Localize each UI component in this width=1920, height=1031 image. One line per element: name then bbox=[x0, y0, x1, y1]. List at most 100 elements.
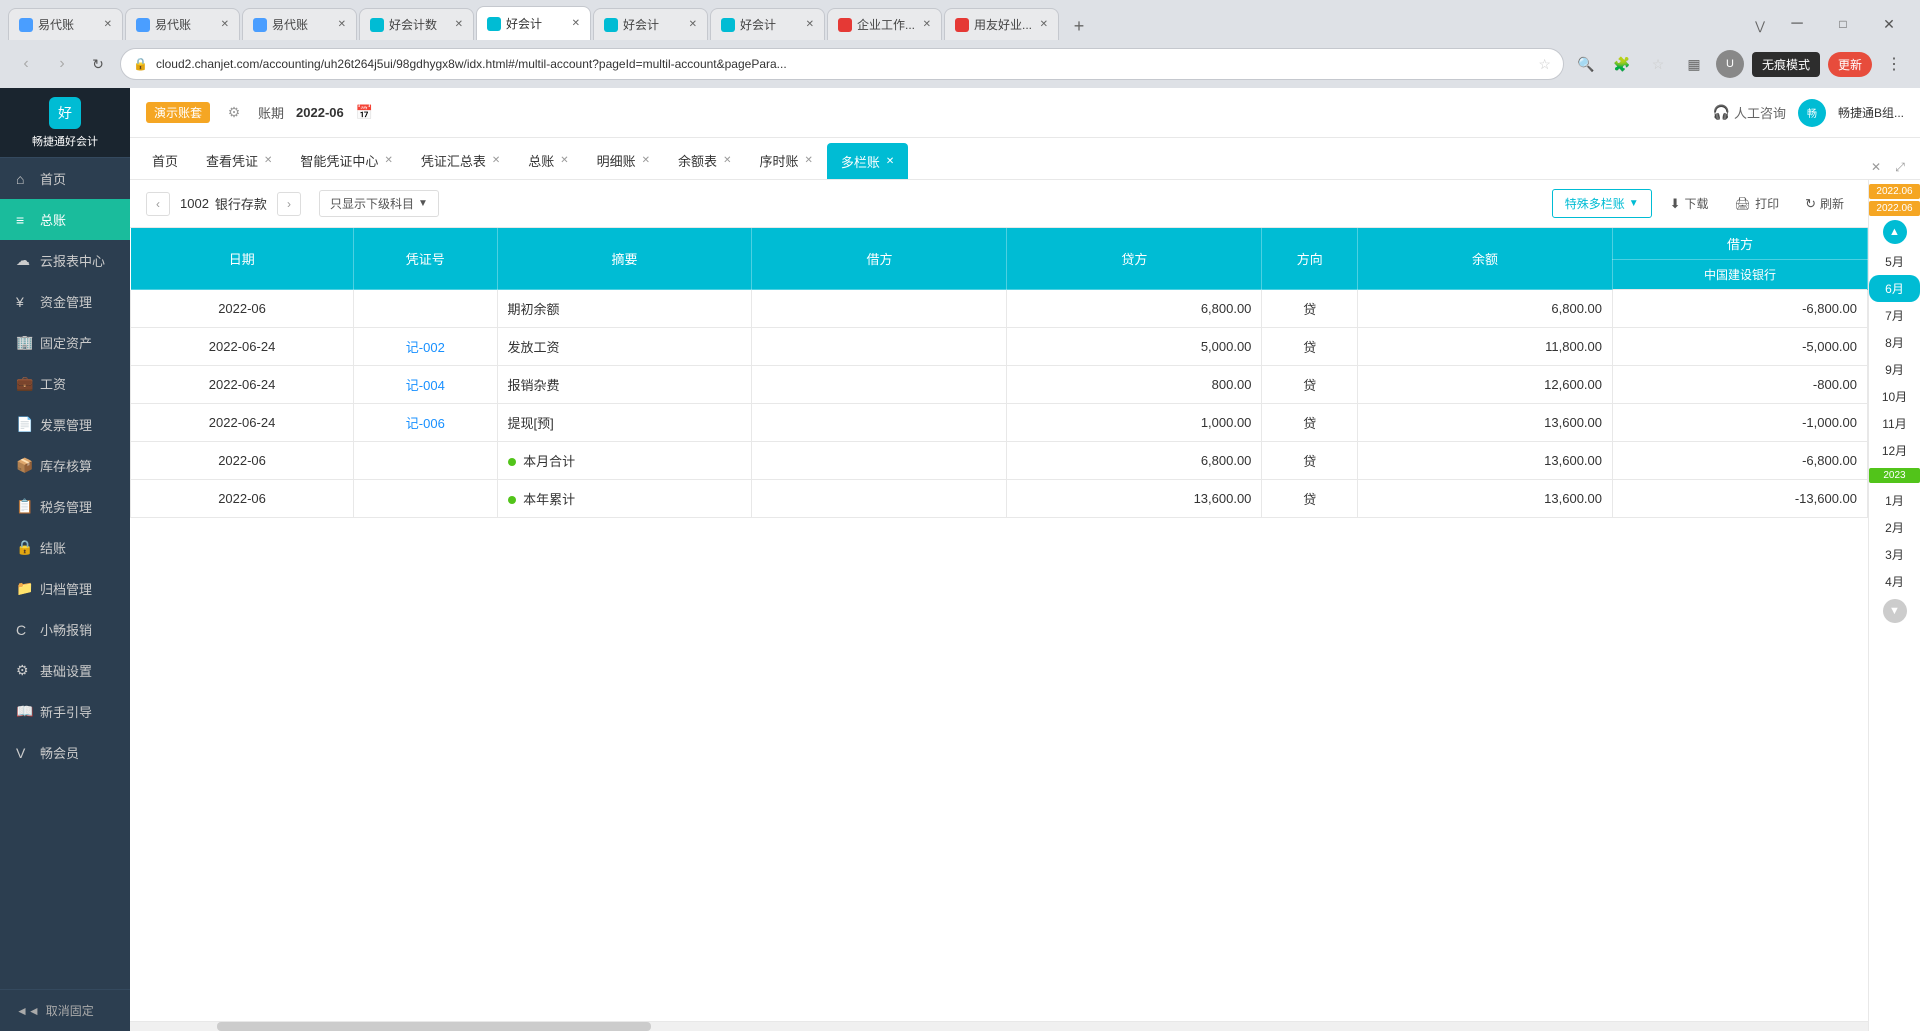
sidebar-item-guide[interactable]: 📖 新手引导 bbox=[0, 691, 130, 732]
timeline-month-5[interactable]: 5月 bbox=[1869, 248, 1920, 275]
tab-1[interactable]: 易代账 ✕ bbox=[8, 8, 123, 40]
tab-4[interactable]: 好会计数 ✕ bbox=[359, 8, 474, 40]
bookmark-icon[interactable]: ☆ bbox=[1538, 56, 1551, 73]
prev-account-button[interactable]: ‹ bbox=[146, 192, 170, 216]
sidebar-item-archive[interactable]: 📁 归档管理 bbox=[0, 568, 130, 609]
nav-tab-multi-close[interactable]: ✕ bbox=[886, 156, 894, 167]
voucher-link[interactable]: 记-004 bbox=[406, 378, 445, 393]
url-bar[interactable]: 🔒 cloud2.chanjet.com/accounting/uh26t264… bbox=[120, 48, 1564, 80]
maximize-button[interactable]: □ bbox=[1820, 8, 1866, 40]
show-sub-button[interactable]: 只显示下级科目 ▼ bbox=[319, 190, 439, 217]
favorites-icon[interactable]: ☆ bbox=[1644, 50, 1672, 78]
refresh-button[interactable]: ↻ 刷新 bbox=[1797, 191, 1852, 216]
timeline-month-6-active[interactable]: 6月 bbox=[1869, 275, 1920, 302]
cell-voucher[interactable]: 记-004 bbox=[354, 366, 497, 404]
sidebar-item-ledger[interactable]: ≡ 总账 bbox=[0, 199, 130, 240]
nav-tab-multi[interactable]: 多栏账 ✕ bbox=[827, 143, 908, 179]
forward-button[interactable]: › bbox=[48, 50, 76, 78]
download-button[interactable]: ⬇ 下载 bbox=[1662, 191, 1717, 216]
settings-gear-button[interactable]: ⚙ bbox=[222, 101, 246, 125]
nav-tab-balance[interactable]: 余额表 ✕ bbox=[664, 143, 745, 179]
scrollbar-thumb[interactable] bbox=[217, 1022, 652, 1031]
horizontal-scrollbar[interactable] bbox=[130, 1021, 1868, 1031]
cell-voucher[interactable]: 记-006 bbox=[354, 404, 497, 442]
sidebar-item-asset[interactable]: 🏢 固定资产 bbox=[0, 322, 130, 363]
nav-tab-sequence[interactable]: 序时账 ✕ bbox=[745, 143, 826, 179]
nav-tab-voucher-close[interactable]: ✕ bbox=[264, 155, 272, 166]
update-button[interactable]: 更新 bbox=[1828, 52, 1872, 77]
tab-3-close[interactable]: ✕ bbox=[338, 19, 346, 30]
tab-4-close[interactable]: ✕ bbox=[455, 19, 463, 30]
tab-5-active[interactable]: 好会计 ✕ bbox=[476, 6, 591, 40]
timeline-month-9[interactable]: 9月 bbox=[1869, 356, 1920, 383]
consult-button[interactable]: 🎧 人工咨询 bbox=[1713, 103, 1786, 122]
menu-button[interactable]: ⋮ bbox=[1880, 50, 1908, 78]
tab-1-close[interactable]: ✕ bbox=[104, 19, 112, 30]
sidebar-item-salary[interactable]: 💼 工资 bbox=[0, 363, 130, 404]
side-panel-icon[interactable]: ▦ bbox=[1680, 50, 1708, 78]
account-selector[interactable]: 1002 银行存款 bbox=[180, 194, 267, 213]
timeline-month-12[interactable]: 12月 bbox=[1869, 437, 1920, 464]
nav-tab-detail-close[interactable]: ✕ bbox=[642, 155, 650, 166]
minimize-button[interactable]: ─ bbox=[1774, 8, 1820, 40]
tab-7[interactable]: 好会计 ✕ bbox=[710, 8, 825, 40]
tab-2[interactable]: 易代账 ✕ bbox=[125, 8, 240, 40]
timeline-month-4[interactable]: 4月 bbox=[1869, 568, 1920, 595]
voucher-link[interactable]: 记-006 bbox=[406, 416, 445, 431]
nav-tab-sequence-close[interactable]: ✕ bbox=[804, 155, 812, 166]
nav-tab-summary-close[interactable]: ✕ bbox=[492, 155, 500, 166]
reload-button[interactable]: ↻ bbox=[84, 50, 112, 78]
tab-6-close[interactable]: ✕ bbox=[689, 19, 697, 30]
sidebar-item-inventory[interactable]: 📦 库存核算 bbox=[0, 445, 130, 486]
nav-tab-home[interactable]: 首页 bbox=[138, 143, 192, 179]
tab-6[interactable]: 好会计 ✕ bbox=[593, 8, 708, 40]
calendar-icon[interactable]: 📅 bbox=[356, 104, 373, 121]
timeline-month-2[interactable]: 2月 bbox=[1869, 514, 1920, 541]
sidebar-item-close[interactable]: 🔒 结账 bbox=[0, 527, 130, 568]
sidebar-item-invoice[interactable]: 📄 发票管理 bbox=[0, 404, 130, 445]
sidebar-item-cloud[interactable]: ☁ 云报表中心 bbox=[0, 240, 130, 281]
extension-icon[interactable]: 🧩 bbox=[1608, 50, 1636, 78]
tab-7-close[interactable]: ✕ bbox=[806, 19, 814, 30]
back-button[interactable]: ‹ bbox=[12, 50, 40, 78]
special-multi-button[interactable]: 特殊多栏账 ▼ bbox=[1552, 189, 1652, 218]
nav-tab-summary[interactable]: 凭证汇总表 ✕ bbox=[407, 143, 514, 179]
tab-9-close[interactable]: ✕ bbox=[1040, 19, 1048, 30]
timeline-month-10[interactable]: 10月 bbox=[1869, 383, 1920, 410]
sidebar-item-home[interactable]: ⌂ 首页 bbox=[0, 158, 130, 199]
tab-3[interactable]: 易代账 ✕ bbox=[242, 8, 357, 40]
sidebar-item-settings[interactable]: ⚙ 基础设置 bbox=[0, 650, 130, 691]
voucher-link[interactable]: 记-002 bbox=[406, 340, 445, 355]
tab-8-close[interactable]: ✕ bbox=[923, 19, 931, 30]
nav-tab-general[interactable]: 总账 ✕ bbox=[514, 143, 582, 179]
print-button[interactable]: 🖨 打印 bbox=[1727, 191, 1788, 216]
collapse-panel-button[interactable]: ✕ bbox=[1864, 155, 1888, 179]
expand-panel-button[interactable]: ⤢ bbox=[1888, 155, 1912, 179]
tab-list-button[interactable]: ⋁ bbox=[1746, 12, 1774, 40]
unpin-button[interactable]: ◄◄ 取消固定 bbox=[0, 989, 130, 1031]
timeline-month-7[interactable]: 7月 bbox=[1869, 302, 1920, 329]
nav-tab-voucher[interactable]: 查看凭证 ✕ bbox=[192, 143, 286, 179]
tab-8[interactable]: 企业工作... ✕ bbox=[827, 8, 942, 40]
no-trace-button[interactable]: 无痕模式 bbox=[1752, 52, 1820, 77]
timeline-month-1[interactable]: 1月 bbox=[1869, 487, 1920, 514]
nav-tab-smart-close[interactable]: ✕ bbox=[384, 155, 392, 166]
nav-tab-general-close[interactable]: ✕ bbox=[560, 155, 568, 166]
sidebar-item-member[interactable]: V 畅会员 bbox=[0, 732, 130, 773]
timeline-down-button[interactable]: ▼ bbox=[1883, 599, 1907, 623]
sidebar-item-fund[interactable]: ¥ 资金管理 bbox=[0, 281, 130, 322]
tab-9[interactable]: 用友好业... ✕ bbox=[944, 8, 1059, 40]
timeline-month-11[interactable]: 11月 bbox=[1869, 410, 1920, 437]
timeline-up-button[interactable]: ▲ bbox=[1883, 220, 1907, 244]
new-tab-button[interactable]: + bbox=[1065, 12, 1093, 40]
tab-5-close[interactable]: ✕ bbox=[572, 18, 580, 29]
close-window-button[interactable]: ✕ bbox=[1866, 8, 1912, 40]
nav-tab-smart[interactable]: 智能凭证中心 ✕ bbox=[286, 143, 406, 179]
cell-voucher[interactable]: 记-002 bbox=[354, 328, 497, 366]
sidebar-item-expense[interactable]: C 小畅报销 bbox=[0, 609, 130, 650]
user-profile-button[interactable]: U bbox=[1716, 50, 1744, 78]
search-icon[interactable]: 🔍 bbox=[1572, 50, 1600, 78]
timeline-month-8[interactable]: 8月 bbox=[1869, 329, 1920, 356]
next-account-button[interactable]: › bbox=[277, 192, 301, 216]
nav-tab-detail[interactable]: 明细账 ✕ bbox=[583, 143, 664, 179]
